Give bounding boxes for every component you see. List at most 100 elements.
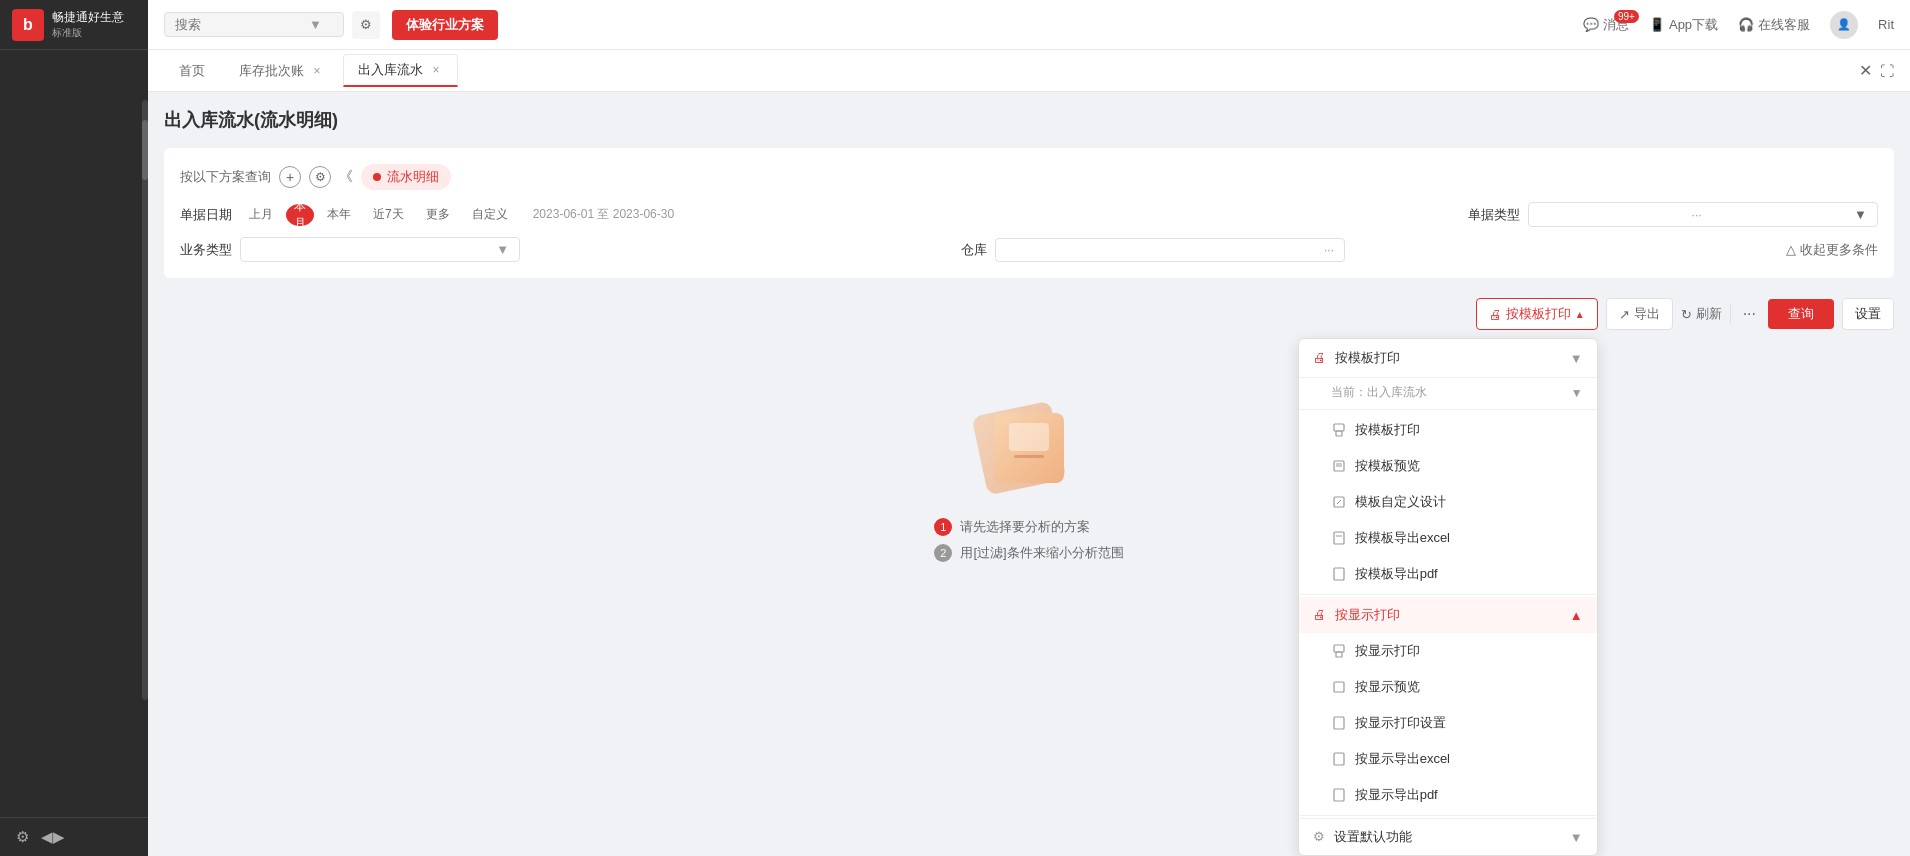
tab-batch-account-close[interactable]: × (310, 64, 324, 78)
dropdown-header-left: 🖨 按模板打印 (1313, 349, 1401, 367)
online-service-btn[interactable]: 🎧 在线客服 (1738, 16, 1810, 34)
print-arrow-icon: ▲ (1575, 309, 1585, 320)
date-btn-custom[interactable]: 自定义 (463, 202, 517, 227)
service-icon: 🎧 (1738, 17, 1754, 32)
sidebar: b 畅捷通好生意 标准版 🔍 搜索菜单 ⚡ 快捷导航 📢 营销推广 💰 销售管理… (0, 0, 148, 856)
empty-step-2-label: 用[过滤]条件来缩小分析范围 (960, 544, 1123, 562)
service-label: 在线客服 (1758, 16, 1810, 34)
search-input[interactable] (175, 17, 305, 32)
print-btn[interactable]: 🖨 按模板打印 ▲ (1476, 298, 1598, 330)
template-preview-icon (1331, 458, 1347, 474)
msg-icon: 💬 (1583, 17, 1599, 32)
date-btn-this-year[interactable]: 本年 (318, 202, 360, 227)
dropdown-header-icon: 🖨 (1313, 350, 1326, 365)
empty-state: 1 请先选择要分析的方案 2 用[过滤]条件来缩小分析范围 (164, 338, 1894, 622)
date-field: 单据日期 上月 本月 本年 近7天 更多 自定义 2023-06-01 至 20… (180, 202, 674, 227)
dropdown-footer[interactable]: ⚙ 设置默认功能 ▼ (1299, 818, 1597, 855)
dropdown-header-label: 按模板打印 (1335, 350, 1400, 365)
query-btn[interactable]: 查询 (1768, 299, 1834, 329)
dropdown-item-template-preview[interactable]: 按模板预览 (1299, 448, 1597, 484)
template-excel-icon (1331, 530, 1347, 546)
tab-batch-account[interactable]: 库存批次账 × (224, 55, 339, 86)
search-dropdown-icon[interactable]: ▼ (309, 17, 322, 32)
app-download-btn[interactable]: 📱 App下载 (1649, 16, 1718, 34)
date-field-label: 单据日期 (180, 206, 232, 224)
template-print-icon (1331, 422, 1347, 438)
app-label: App下载 (1669, 16, 1718, 34)
display-preview-icon (1331, 679, 1347, 695)
empty-step-2: 2 用[过滤]条件来缩小分析范围 (934, 544, 1123, 562)
main-area: ▼ ⚙ 体验行业方案 💬 消息 99+ 📱 App下载 🎧 在线客服 👤 Rit (148, 0, 1910, 856)
collapse-btn[interactable]: △ 收起更多条件 (1786, 241, 1878, 259)
svg-rect-11 (1334, 682, 1344, 692)
dropdown-item-display-pdf[interactable]: 按显示导出pdf (1299, 777, 1597, 813)
topbar-gear-btn[interactable]: ⚙ (352, 11, 380, 39)
sidebar-collapse-btn[interactable]: ◀▶ (41, 828, 65, 846)
user-avatar[interactable]: 👤 (1830, 11, 1858, 39)
dropdown-item-template-excel[interactable]: 按模板导出excel (1299, 520, 1597, 556)
dropdown-item-template-custom[interactable]: 模板自定义设计 (1299, 484, 1597, 520)
dropdown-item-display-print[interactable]: 按显示打印 (1299, 633, 1597, 669)
tab-inout-flow[interactable]: 出入库流水 × (343, 54, 458, 87)
refresh-btn[interactable]: ↻ 刷新 (1681, 305, 1722, 323)
date-btn-this-month[interactable]: 本月 (286, 204, 314, 226)
template-pdf-label: 按模板导出pdf (1355, 565, 1438, 583)
msg-btn[interactable]: 💬 消息 99+ (1583, 16, 1629, 34)
svg-rect-8 (1334, 568, 1344, 580)
tab-home-label: 首页 (179, 62, 205, 80)
display-pdf-label: 按显示导出pdf (1355, 786, 1438, 804)
svg-rect-0 (1334, 424, 1344, 431)
toolbar: 🖨 按模板打印 ▲ 🖨 按模板打印 ▼ 当前：出入库流水 (164, 290, 1894, 338)
template-pdf-icon (1331, 566, 1347, 582)
empty-box-face (1009, 423, 1049, 451)
topbar-search-box[interactable]: ▼ (164, 12, 344, 37)
export-icon: ↗ (1619, 307, 1630, 322)
display-print-label: 按显示打印 (1355, 642, 1420, 660)
doc-type-more-icon: ··· (1692, 208, 1702, 222)
business-type-select[interactable]: ▼ (240, 237, 520, 262)
tabbar: 首页 库存批次账 × 出入库流水 × ✕ ⛶ (148, 50, 1910, 92)
tabbar-expand-btn[interactable]: ⛶ (1880, 63, 1894, 79)
msg-badge: 99+ (1614, 10, 1639, 23)
settings-btn[interactable]: 设置 (1842, 298, 1894, 330)
app-name: 畅捷通好生意 (52, 9, 124, 26)
toolbar-more-icon[interactable]: ··· (1739, 305, 1760, 323)
dropdown-item-display-preview[interactable]: 按显示预览 (1299, 669, 1597, 705)
tabbar-close-btn[interactable]: ✕ (1859, 61, 1872, 80)
business-type-dropdown-icon: ▼ (496, 242, 509, 257)
doc-type-select[interactable]: ··· ▼ (1528, 202, 1878, 227)
date-btn-last-month[interactable]: 上月 (240, 202, 282, 227)
warehouse-select[interactable]: ··· (995, 238, 1345, 262)
step-num-1: 1 (934, 518, 952, 536)
date-btn-more[interactable]: 更多 (417, 202, 459, 227)
tab-inout-flow-close[interactable]: × (429, 63, 443, 77)
date-buttons: 上月 本月 本年 近7天 更多 自定义 (240, 202, 517, 227)
date-btn-7days[interactable]: 近7天 (364, 202, 413, 227)
dropdown-header-arrow[interactable]: ▼ (1570, 351, 1583, 366)
filter-header: 按以下方案查询 + ⚙ 《 流水明细 (180, 164, 1878, 190)
username-label[interactable]: Rit (1878, 17, 1894, 32)
dropdown-item-template-pdf[interactable]: 按模板导出pdf (1299, 556, 1597, 592)
display-pdf-icon (1331, 787, 1347, 803)
print-icon: 🖨 (1489, 307, 1502, 322)
filter-tag[interactable]: 流水明细 (361, 164, 451, 190)
filter-settings-btn[interactable]: ⚙ (309, 166, 331, 188)
export-btn[interactable]: ↗ 导出 (1606, 298, 1673, 330)
dropdown-item-display-excel[interactable]: 按显示导出excel (1299, 741, 1597, 777)
print-dropdown-panel: 🖨 按模板打印 ▼ 当前：出入库流水 ▼ 按模板打印 (1298, 338, 1598, 856)
content-area: 出入库流水(流水明细) 按以下方案查询 + ⚙ 《 流水明细 单据日期 上月 本… (148, 92, 1910, 856)
sidebar-settings-btn[interactable]: ⚙ (16, 828, 29, 846)
warehouse-field: 仓库 ··· (961, 238, 1345, 262)
filter-add-btn[interactable]: + (279, 166, 301, 188)
toolbar-divider (1730, 304, 1731, 324)
industry-btn[interactable]: 体验行业方案 (392, 10, 498, 40)
dropdown-section-display[interactable]: 🖨 按显示打印 ▲ (1299, 597, 1597, 633)
dropdown-divider-1 (1299, 409, 1597, 410)
filter-collapse-icon[interactable]: 《 (339, 168, 353, 186)
dropdown-section-arrow: ▲ (1570, 608, 1583, 623)
dropdown-item-display-settings[interactable]: 按显示打印设置 (1299, 705, 1597, 741)
dropdown-item-template-print[interactable]: 按模板打印 (1299, 412, 1597, 448)
dropdown-current-arrow: ▼ (1571, 386, 1583, 400)
print-btn-wrapper: 🖨 按模板打印 ▲ 🖨 按模板打印 ▼ 当前：出入库流水 (1476, 298, 1598, 330)
tab-home[interactable]: 首页 (164, 55, 220, 86)
